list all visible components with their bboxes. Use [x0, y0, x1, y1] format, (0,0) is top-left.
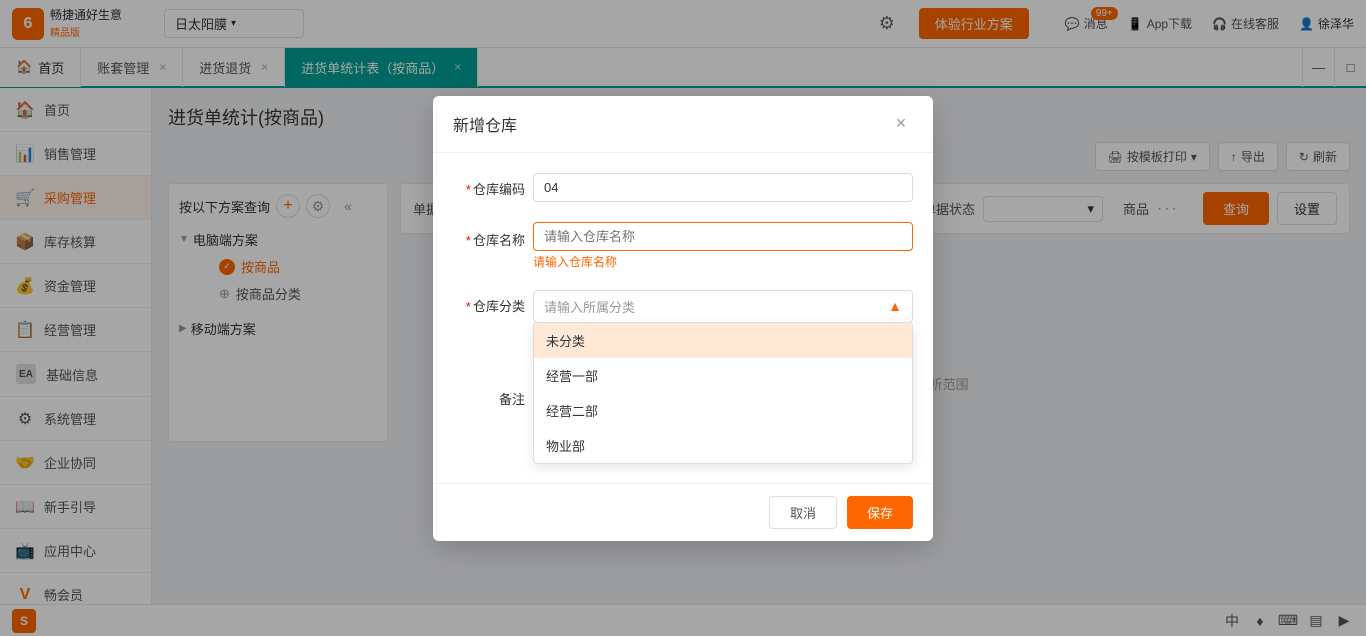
warehouse-name-label: 仓库名称 — [453, 224, 533, 249]
modal-title: 新增仓库 — [453, 112, 517, 136]
dropdown-item-3[interactable]: 物业部 — [534, 428, 912, 463]
cancel-button[interactable]: 取消 — [769, 496, 837, 529]
warehouse-category-row: 仓库分类 请输入所属分类 ▲ 未分类 经营一部 经营二部 物业部 — [453, 290, 913, 323]
category-select-wrap: 请输入所属分类 ▲ 未分类 经营一部 经营二部 物业部 — [533, 290, 913, 323]
category-dropdown-list: 未分类 经营一部 经营二部 物业部 — [533, 322, 913, 464]
save-button[interactable]: 保存 — [847, 496, 913, 529]
warehouse-code-input[interactable] — [533, 173, 913, 202]
dropdown-item-0[interactable]: 未分类 — [534, 323, 912, 358]
warehouse-name-row: 仓库名称 请输入仓库名称 — [453, 222, 913, 270]
warehouse-code-row: 仓库编码 — [453, 173, 913, 202]
dropdown-item-1[interactable]: 经营一部 — [534, 358, 912, 393]
remarks-label: 备注 — [453, 383, 533, 408]
category-dropdown-trigger[interactable]: 请输入所属分类 ▲ — [533, 290, 913, 323]
modal-overlay[interactable]: 新增仓库 × 仓库编码 仓库名称 请输入仓库名称 — [0, 0, 1366, 636]
category-chevron-icon: ▲ — [888, 298, 902, 314]
modal-body: 仓库编码 仓库名称 请输入仓库名称 仓库分类 请输入所属分 — [433, 153, 933, 483]
warehouse-name-input[interactable] — [533, 222, 913, 251]
category-placeholder: 请输入所属分类 — [544, 297, 888, 316]
modal-header: 新增仓库 × — [433, 96, 933, 153]
modal-dialog: 新增仓库 × 仓库编码 仓库名称 请输入仓库名称 — [433, 96, 933, 541]
dropdown-item-2[interactable]: 经营二部 — [534, 393, 912, 428]
modal-close-button[interactable]: × — [889, 112, 913, 136]
warehouse-name-error: 请输入仓库名称 — [533, 253, 617, 270]
warehouse-code-label: 仓库编码 — [453, 173, 533, 198]
modal-footer: 取消 保存 — [433, 483, 933, 541]
warehouse-category-label: 仓库分类 — [453, 290, 533, 315]
